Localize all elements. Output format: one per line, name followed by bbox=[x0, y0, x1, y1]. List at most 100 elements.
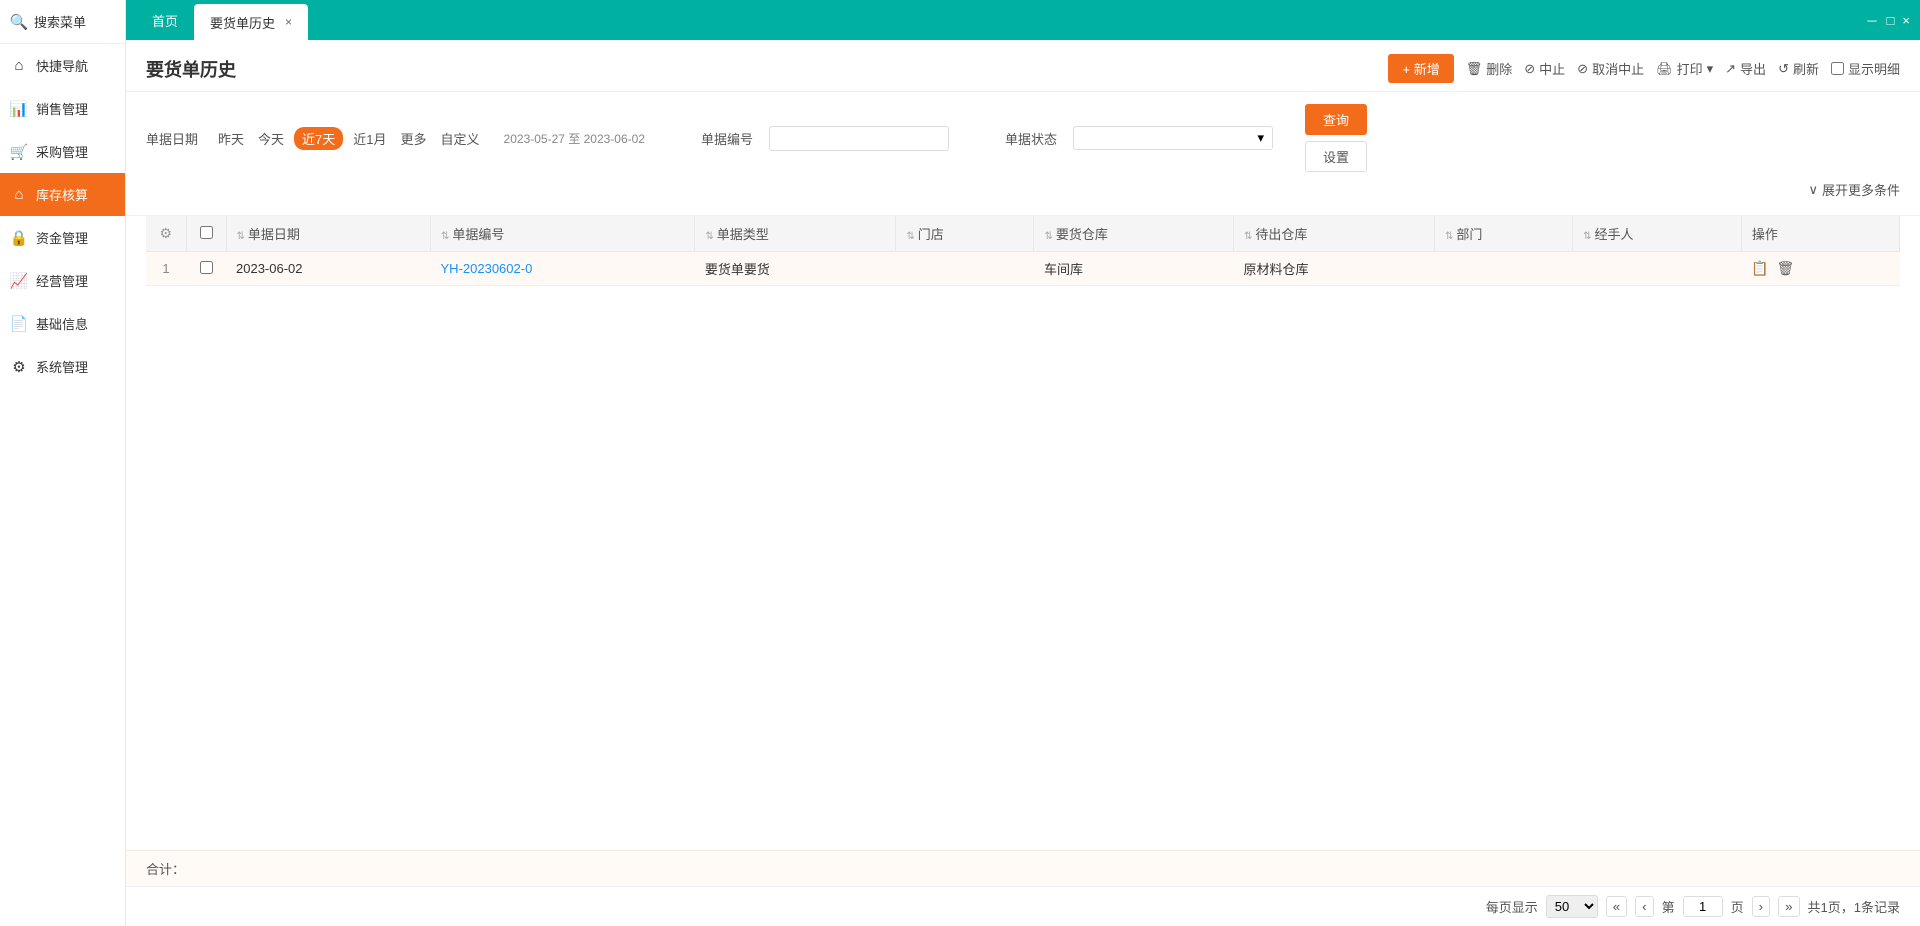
col-bill-type[interactable]: 单据类型 bbox=[695, 216, 896, 252]
maximize-button[interactable]: □ bbox=[1887, 13, 1895, 28]
sidebar: 🔍 搜索菜单 ⌂ 快捷导航 📊 销售管理 🛒 采购管理 ⌂ 库存核算 🔒 资金管… bbox=[0, 0, 126, 926]
sidebar-item-label: 库存核算 bbox=[36, 185, 88, 204]
select-all-checkbox[interactable] bbox=[200, 226, 213, 239]
expand-filter-button[interactable]: ∨ 展开更多条件 bbox=[1808, 180, 1900, 199]
col-check bbox=[186, 216, 226, 252]
last-page-button[interactable]: » bbox=[1778, 896, 1799, 917]
total-info: 共1页，1条记录 bbox=[1808, 897, 1900, 916]
date-btn-more[interactable]: 更多 bbox=[397, 127, 431, 150]
status-label: 单据状态 bbox=[1005, 129, 1057, 148]
bill-no-label: 单据编号 bbox=[701, 129, 753, 148]
date-btn-1month[interactable]: 近1月 bbox=[349, 127, 390, 150]
filter-area: 单据日期 昨天 今天 近7天 近1月 更多 自定义 2023-05-27 至 2… bbox=[126, 92, 1920, 216]
gear-icon: ⚙ bbox=[10, 358, 28, 376]
topbar: 首页 要货单历史 × － □ × bbox=[126, 0, 1920, 40]
col-date[interactable]: 单据日期 bbox=[226, 216, 431, 252]
tab-close-icon[interactable]: × bbox=[285, 15, 292, 29]
page-header: 要货单历史 + 新增 🗑 删除 ⊘ 中止 ⊘ 取消中止 🖨 打印 bbox=[126, 40, 1920, 92]
prev-page-button[interactable]: ‹ bbox=[1635, 896, 1653, 917]
summary-label: 合计： bbox=[146, 859, 185, 878]
row-pending-warehouse: 原材料仓库 bbox=[1234, 252, 1435, 286]
print-button[interactable]: 🖨 打印 ▾ bbox=[1656, 59, 1713, 78]
cancel-stop-label: 取消中止 bbox=[1592, 59, 1644, 78]
print-dropdown-icon: ▾ bbox=[1707, 61, 1714, 77]
expand-label: 展开更多条件 bbox=[1822, 180, 1900, 199]
tab-active-label: 要货单历史 bbox=[210, 13, 275, 32]
page-prefix: 第 bbox=[1662, 897, 1675, 916]
sidebar-item-label: 基础信息 bbox=[36, 314, 88, 333]
date-btn-today[interactable]: 今天 bbox=[254, 127, 288, 150]
first-page-button[interactable]: « bbox=[1606, 896, 1627, 917]
date-btn-custom[interactable]: 自定义 bbox=[437, 127, 484, 150]
action-bar: + 新增 🗑 删除 ⊘ 中止 ⊘ 取消中止 🖨 打印 ▾ bbox=[1388, 54, 1900, 83]
sidebar-item-purchase[interactable]: 🛒 采购管理 bbox=[0, 130, 125, 173]
row-delete-button[interactable]: 🗑 bbox=[1776, 260, 1794, 276]
tab-active[interactable]: 要货单历史 × bbox=[194, 4, 308, 40]
home-icon: ⌂ bbox=[10, 57, 28, 75]
col-store[interactable]: 门店 bbox=[896, 216, 1034, 252]
cart-icon: 🛒 bbox=[10, 143, 28, 161]
stop-button[interactable]: ⊘ 中止 bbox=[1524, 59, 1565, 78]
cancel-stop-button[interactable]: ⊘ 取消中止 bbox=[1577, 59, 1644, 78]
col-bill-no[interactable]: 单据编号 bbox=[431, 216, 695, 252]
col-settings: ⚙ bbox=[146, 216, 186, 252]
page-size-label: 每页显示 bbox=[1486, 897, 1538, 916]
date-btn-7days[interactable]: 近7天 bbox=[294, 127, 343, 150]
tab-home[interactable]: 首页 bbox=[136, 0, 194, 40]
row-operations: 📋 🗑 bbox=[1741, 252, 1899, 286]
sidebar-item-inventory[interactable]: ⌂ 库存核算 bbox=[0, 173, 125, 216]
row-department bbox=[1435, 252, 1573, 286]
export-button[interactable]: ↗ 导出 bbox=[1725, 59, 1766, 78]
row-bill-type: 要货单要货 bbox=[695, 252, 896, 286]
topbar-window-controls: － □ × bbox=[1866, 11, 1910, 30]
show-detail-input[interactable] bbox=[1831, 62, 1844, 75]
status-dropdown-icon: ▾ bbox=[1257, 130, 1264, 146]
page-number-input[interactable] bbox=[1683, 896, 1723, 917]
col-department[interactable]: 部门 bbox=[1435, 216, 1573, 252]
export-label: 导出 bbox=[1740, 59, 1766, 78]
row-check bbox=[186, 252, 226, 286]
column-settings-icon[interactable]: ⚙ bbox=[159, 225, 172, 242]
pagination: 每页显示 50 100 200 « ‹ 第 页 › » 共1页，1条记录 bbox=[126, 886, 1920, 926]
show-detail-checkbox[interactable]: 显示明细 bbox=[1831, 59, 1900, 78]
sidebar-item-system[interactable]: ⚙ 系统管理 bbox=[0, 345, 125, 388]
bill-no-input[interactable] bbox=[769, 126, 949, 151]
sidebar-item-basic[interactable]: 📄 基础信息 bbox=[0, 302, 125, 345]
content-area: 要货单历史 + 新增 🗑 删除 ⊘ 中止 ⊘ 取消中止 🖨 打印 bbox=[126, 40, 1920, 926]
refresh-label: 刷新 bbox=[1793, 59, 1819, 78]
col-pending-warehouse[interactable]: 待出仓库 bbox=[1234, 216, 1435, 252]
query-button[interactable]: 查询 bbox=[1305, 104, 1367, 135]
row-store bbox=[896, 252, 1034, 286]
minimize-button[interactable]: － bbox=[1866, 11, 1879, 30]
page-size-select[interactable]: 50 100 200 bbox=[1546, 895, 1598, 918]
doc-icon: 📄 bbox=[10, 315, 28, 333]
col-req-warehouse[interactable]: 要货仓库 bbox=[1034, 216, 1234, 252]
next-page-button[interactable]: › bbox=[1752, 896, 1770, 917]
sidebar-search[interactable]: 🔍 搜索菜单 bbox=[0, 0, 125, 44]
row-num: 1 bbox=[146, 252, 186, 286]
lock-icon: 🔒 bbox=[10, 229, 28, 247]
delete-button[interactable]: 🗑 删除 bbox=[1466, 59, 1513, 78]
date-range-display: 2023-05-27 至 2023-06-02 bbox=[504, 130, 645, 147]
stop-icon: ⊘ bbox=[1524, 61, 1535, 77]
sidebar-item-label: 快捷导航 bbox=[36, 56, 88, 75]
date-filter-label: 单据日期 bbox=[146, 129, 198, 148]
chart-icon: 📊 bbox=[10, 100, 28, 118]
refresh-button[interactable]: ↺ 刷新 bbox=[1778, 59, 1819, 78]
page-title: 要货单历史 bbox=[146, 56, 236, 82]
date-btn-yesterday[interactable]: 昨天 bbox=[214, 127, 248, 150]
sidebar-item-quick-nav[interactable]: ⌂ 快捷导航 bbox=[0, 44, 125, 87]
row-checkbox[interactable] bbox=[200, 261, 213, 274]
sidebar-item-sales[interactable]: 📊 销售管理 bbox=[0, 87, 125, 130]
row-view-button[interactable]: 📋 bbox=[1751, 260, 1768, 276]
col-handler[interactable]: 经手人 bbox=[1573, 216, 1742, 252]
inventory-icon: ⌂ bbox=[10, 186, 28, 204]
settings-button[interactable]: 设置 bbox=[1305, 141, 1367, 172]
close-button[interactable]: × bbox=[1902, 13, 1910, 28]
status-select[interactable]: ▾ bbox=[1073, 126, 1273, 150]
new-button[interactable]: + 新增 bbox=[1388, 54, 1453, 83]
bill-no-link[interactable]: YH-20230602-0 bbox=[441, 261, 533, 276]
sidebar-item-label: 采购管理 bbox=[36, 142, 88, 161]
sidebar-item-finance[interactable]: 🔒 资金管理 bbox=[0, 216, 125, 259]
sidebar-item-operations[interactable]: 📈 经营管理 bbox=[0, 259, 125, 302]
